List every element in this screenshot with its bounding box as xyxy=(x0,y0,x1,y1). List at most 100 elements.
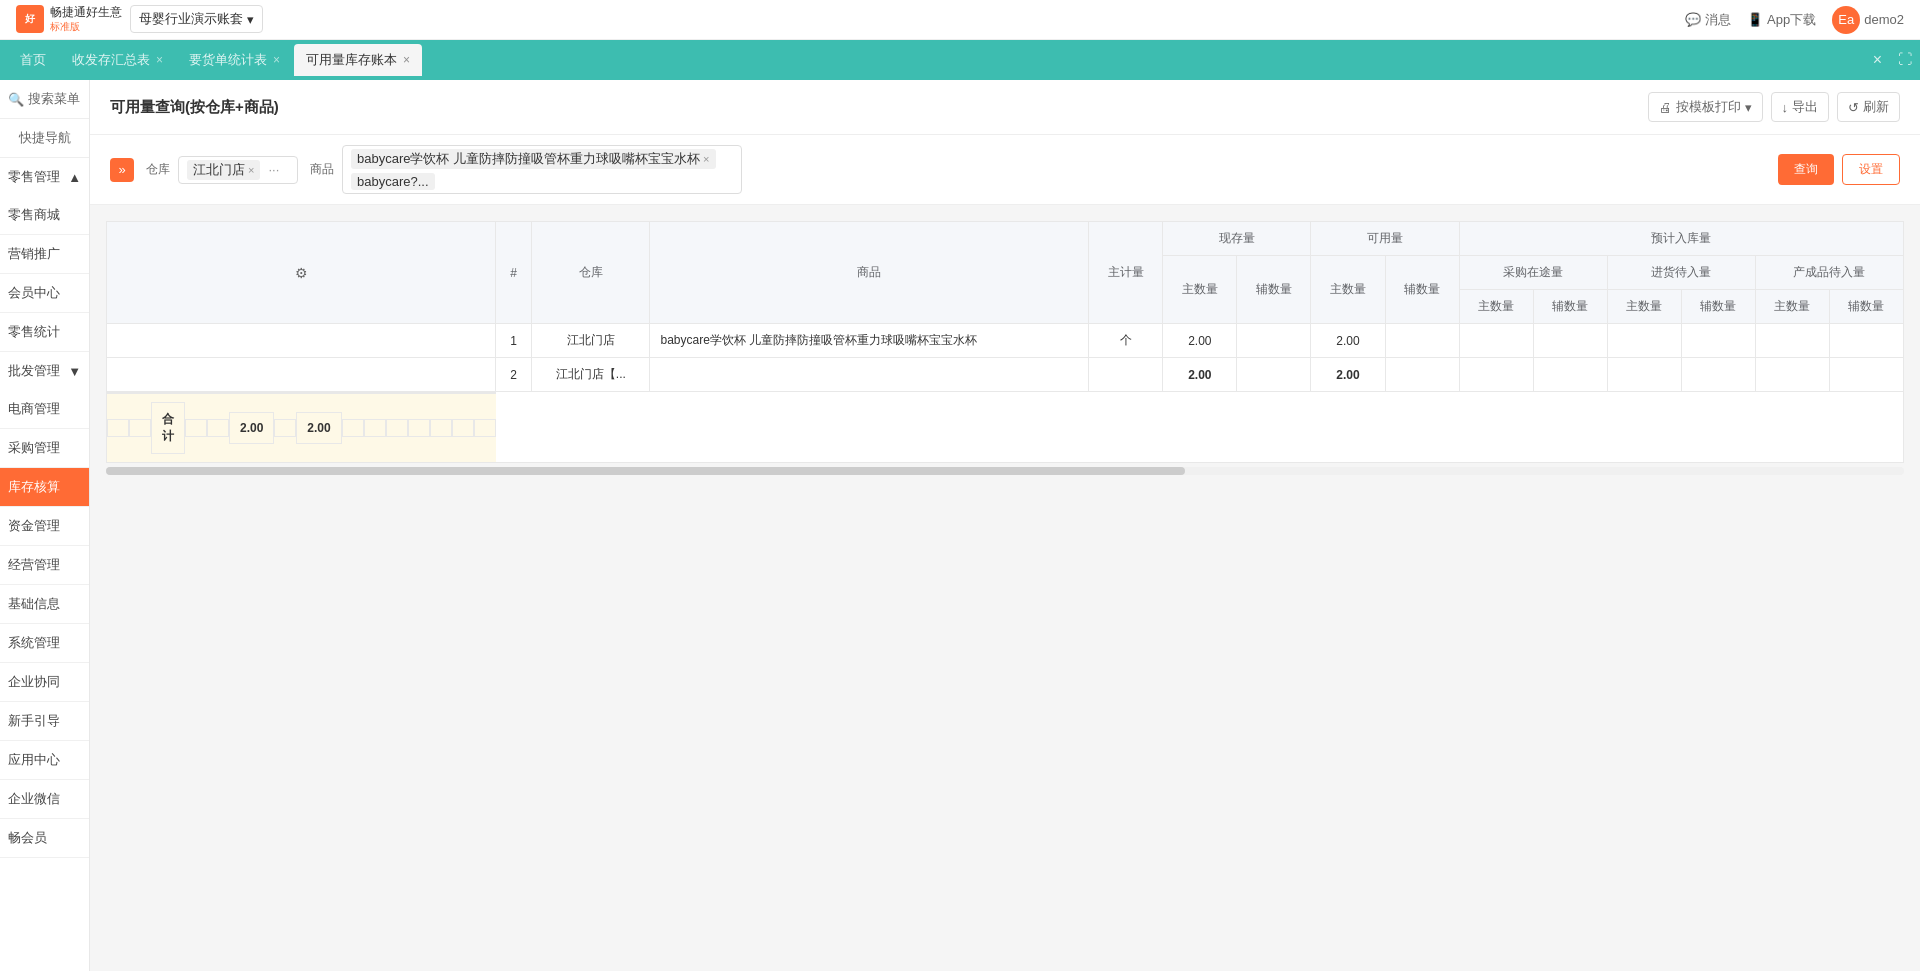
close-tab-icon[interactable]: × xyxy=(403,53,410,67)
footer-cell xyxy=(474,419,496,437)
refresh-btn[interactable]: ↺ 刷新 xyxy=(1837,92,1900,122)
page-header: 可用量查询(按仓库+商品) 🖨 按模板打印 ▾ ↓ 导出 ↺ 刷新 xyxy=(90,80,1920,135)
chevron-down-icon: ▾ xyxy=(1745,100,1752,115)
footer-cell xyxy=(364,419,386,437)
message-btn[interactable]: 💬 消息 xyxy=(1685,11,1731,29)
cell-pt-aux xyxy=(1533,324,1607,358)
sidebar-item-marketing[interactable]: 营销推广 xyxy=(0,235,89,274)
tab-order-stats[interactable]: 要货单统计表 × xyxy=(177,44,292,76)
sidebar-item-retail-mall[interactable]: 零售商城 xyxy=(0,196,89,235)
cell-stock-aux xyxy=(1237,358,1311,392)
tab-home[interactable]: 首页 xyxy=(8,44,58,76)
sidebar-item-retail-stats[interactable]: 零售统计 xyxy=(0,313,89,352)
footer-cell xyxy=(185,419,207,437)
tag-text: babycare学饮杯 儿童防摔防撞吸管杯重力球吸嘴杯宝宝水杯 xyxy=(357,150,700,168)
cell-warehouse: 江北门店 xyxy=(532,324,650,358)
close-tab-icon[interactable]: × xyxy=(156,53,163,67)
close-tab-icon[interactable]: × xyxy=(273,53,280,67)
cell-settings xyxy=(107,324,496,358)
settings-btn[interactable]: 设置 xyxy=(1842,154,1900,185)
query-btn[interactable]: 查询 xyxy=(1778,154,1834,185)
sidebar-item-sys-mgmt[interactable]: 系统管理 xyxy=(0,624,89,663)
message-icon: 💬 xyxy=(1685,12,1701,27)
th-stock-aux: 辅数量 xyxy=(1237,256,1311,324)
gear-icon[interactable]: ⚙ xyxy=(295,265,308,281)
cell-number: 1 xyxy=(496,324,532,358)
content-area: 可用量查询(按仓库+商品) 🖨 按模板打印 ▾ ↓ 导出 ↺ 刷新 xyxy=(90,80,1920,971)
print-template-btn[interactable]: 🖨 按模板打印 ▾ xyxy=(1648,92,1763,122)
filter-toggle-btn[interactable]: » xyxy=(110,158,134,182)
table-scroll: ⚙ # 仓库 商品 主计量 现存量 可用量 预计入库量 主数量 辅 xyxy=(106,221,1904,463)
filter-actions: 查询 设置 xyxy=(1778,154,1900,185)
cell-pp-aux xyxy=(1681,324,1755,358)
th-settings: ⚙ xyxy=(107,222,496,324)
sidebar-item-ecommerce[interactable]: 电商管理 xyxy=(0,390,89,429)
footer-cell xyxy=(129,419,151,437)
th-fp-main: 主数量 xyxy=(1755,290,1829,324)
cell-avail-aux xyxy=(1385,358,1459,392)
sidebar-label: 零售管理 xyxy=(8,168,60,186)
sidebar-item-inventory[interactable]: 库存核算 xyxy=(0,468,89,507)
tab-receive-send-summary[interactable]: 收发存汇总表 × xyxy=(60,44,175,76)
top-bar-right: 💬 消息 📱 App下载 Ea demo2 xyxy=(1685,6,1904,34)
horizontal-scrollbar[interactable] xyxy=(106,467,1904,475)
user-profile[interactable]: Ea demo2 xyxy=(1832,6,1904,34)
logo: 好 畅捷通好生意 标准版 xyxy=(16,5,122,33)
sidebar-item-basic-info[interactable]: 基础信息 xyxy=(0,585,89,624)
product-tags[interactable]: babycare学饮杯 儿童防摔防撞吸管杯重力球吸嘴杯宝宝水杯 × babyca… xyxy=(342,145,742,194)
chevron-down-icon: ▼ xyxy=(68,364,81,379)
top-bar: 好 畅捷通好生意 标准版 母婴行业演示账套 ▾ 💬 消息 📱 App下载 Ea … xyxy=(0,0,1920,40)
th-pp-main: 主数量 xyxy=(1607,290,1681,324)
th-number: # xyxy=(496,222,532,324)
search-menu-btn[interactable]: 🔍 搜索菜单 xyxy=(0,80,89,119)
footer-cell xyxy=(207,419,229,437)
page-title: 可用量查询(按仓库+商品) xyxy=(110,98,279,117)
print-icon: 🖨 xyxy=(1659,100,1672,115)
close-all-icon[interactable]: × xyxy=(1873,51,1882,69)
app-download-btn[interactable]: 📱 App下载 xyxy=(1747,11,1816,29)
data-table: ⚙ # 仓库 商品 主计量 现存量 可用量 预计入库量 主数量 辅 xyxy=(106,221,1904,463)
sidebar-item-enterprise-wechat[interactable]: 企业微信 xyxy=(0,780,89,819)
sidebar-item-operations[interactable]: 经营管理 xyxy=(0,546,89,585)
warehouse-filter-label: 仓库 xyxy=(146,161,170,178)
sidebar-item-purchase[interactable]: 采购管理 xyxy=(0,429,89,468)
footer-cell xyxy=(408,419,430,437)
table-row: 2 江北门店【... 2.00 2.00 xyxy=(107,358,1904,392)
sidebar-item-wholesale-mgmt[interactable]: 批发管理 ▼ xyxy=(0,352,89,390)
mobile-icon: 📱 xyxy=(1747,12,1763,27)
product-tag-1: babycare学饮杯 儿童防摔防撞吸管杯重力球吸嘴杯宝宝水杯 × xyxy=(351,149,716,169)
export-btn[interactable]: ↓ 导出 xyxy=(1771,92,1830,122)
cell-pt-main xyxy=(1459,358,1533,392)
quick-nav-label: 快捷导航 xyxy=(19,129,71,147)
sidebar-item-enterprise-collab[interactable]: 企业协同 xyxy=(0,663,89,702)
cell-fp-main xyxy=(1755,324,1829,358)
cell-fp-aux xyxy=(1829,358,1903,392)
filter-more-dots[interactable]: ··· xyxy=(264,162,283,177)
th-warehouse: 仓库 xyxy=(532,222,650,324)
cell-product: babycare学饮杯 儿童防摔防撞吸管杯重力球吸嘴杯宝宝水杯 xyxy=(650,324,1089,358)
sidebar-item-vip-member[interactable]: 畅会员 xyxy=(0,819,89,858)
tab-available-inventory[interactable]: 可用量库存账本 × xyxy=(294,44,422,76)
tag-text: babycare?... xyxy=(357,174,429,189)
remove-tag-icon[interactable]: × xyxy=(248,164,254,176)
sidebar-item-member-center[interactable]: 会员中心 xyxy=(0,274,89,313)
sidebar: 🔍 搜索菜单 快捷导航 零售管理 ▲ 零售商城 营销推广 会员中心 零售统计 批… xyxy=(0,80,90,971)
footer-total-row: 合计 2.00 2.00 xyxy=(107,392,496,462)
th-pt-aux: 辅数量 xyxy=(1533,290,1607,324)
sidebar-item-app-center[interactable]: 应用中心 xyxy=(0,741,89,780)
sidebar-label: 营销推广 xyxy=(8,245,60,263)
remove-tag-icon[interactable]: × xyxy=(703,153,709,165)
quick-nav-btn[interactable]: 快捷导航 xyxy=(0,119,89,158)
sidebar-item-retail-mgmt[interactable]: 零售管理 ▲ xyxy=(0,158,89,196)
industry-select[interactable]: 母婴行业演示账套 ▾ xyxy=(130,5,263,33)
sidebar-item-new-guide[interactable]: 新手引导 xyxy=(0,702,89,741)
fullscreen-icon[interactable]: ⛶ xyxy=(1898,51,1912,69)
sidebar-item-finance[interactable]: 资金管理 xyxy=(0,507,89,546)
warehouse-tags[interactable]: 江北门店 × ··· xyxy=(178,156,298,184)
product-tag-2: babycare?... xyxy=(351,173,435,190)
avatar: Ea xyxy=(1832,6,1860,34)
message-label: 消息 xyxy=(1705,11,1731,29)
sidebar-label: 采购管理 xyxy=(8,439,60,457)
th-fp-aux: 辅数量 xyxy=(1829,290,1903,324)
table-area: ⚙ # 仓库 商品 主计量 现存量 可用量 预计入库量 主数量 辅 xyxy=(90,205,1920,491)
